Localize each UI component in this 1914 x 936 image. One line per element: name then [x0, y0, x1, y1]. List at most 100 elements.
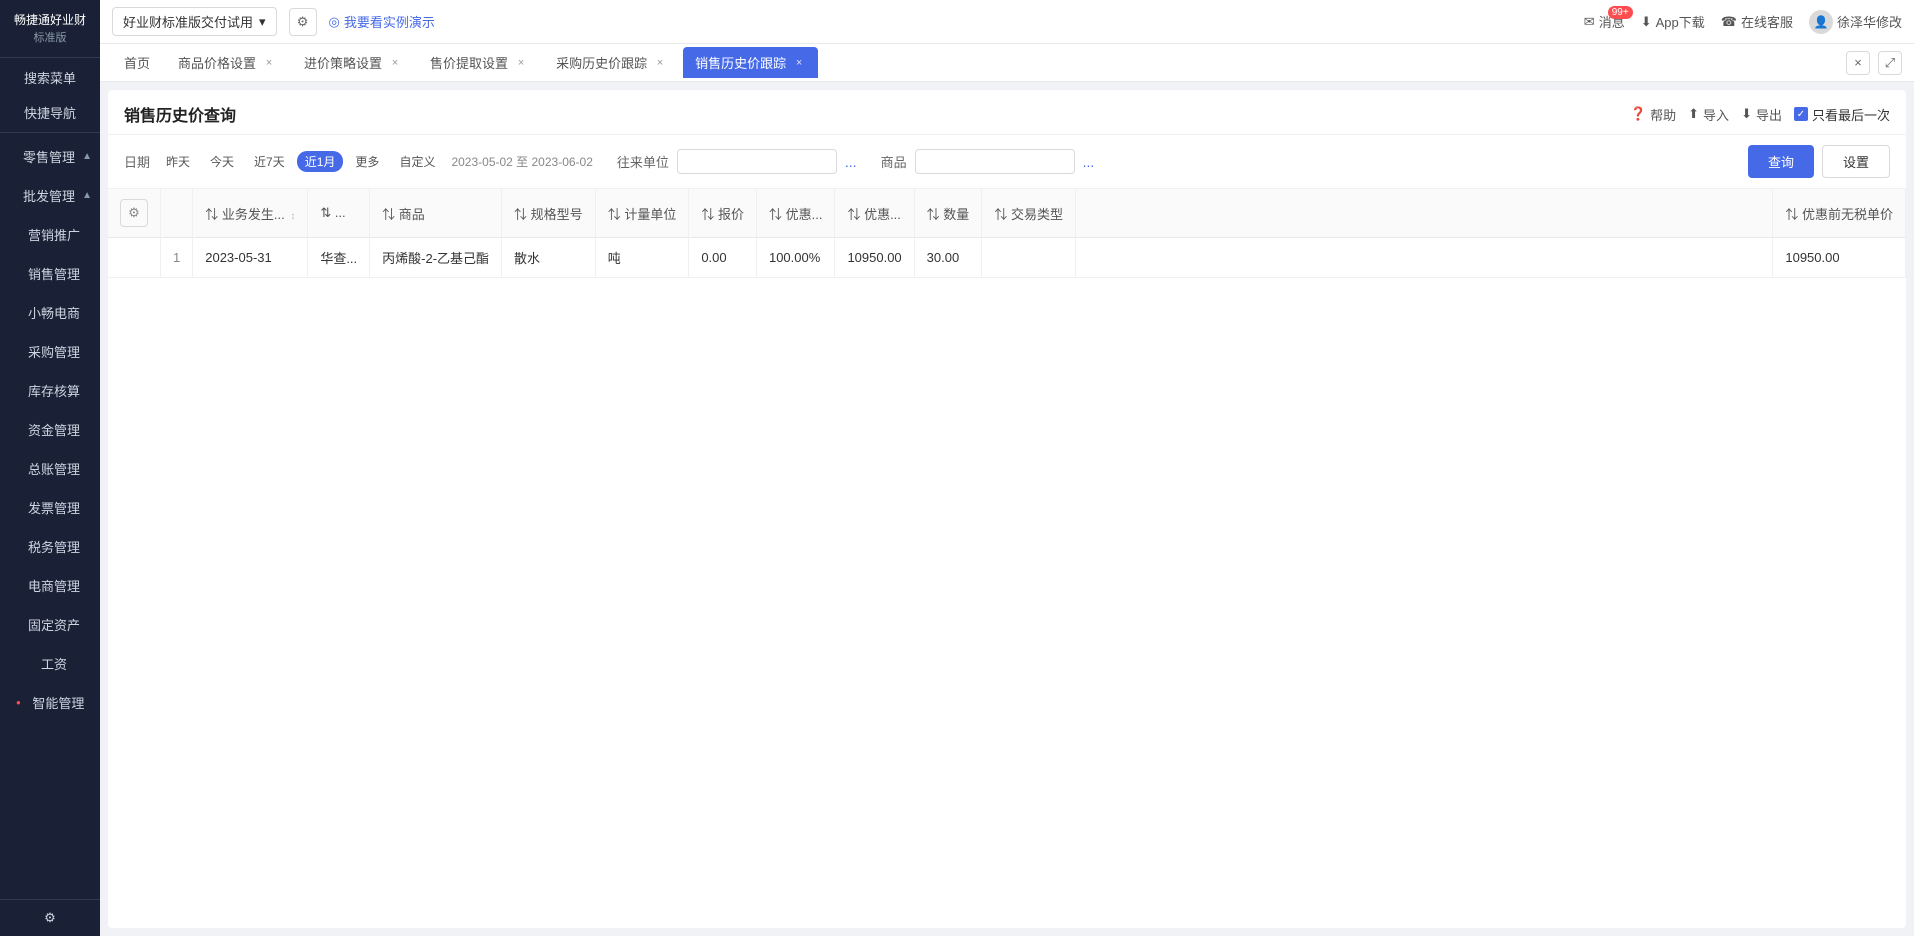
download-icon: ⬇ [1641, 14, 1652, 30]
tab-price-setting[interactable]: 商品价格设置 × [166, 47, 288, 78]
table-gear-icon[interactable]: ⚙ [120, 199, 148, 227]
date-btn-7days[interactable]: 近7天 [246, 151, 293, 172]
goods-dots-btn[interactable]: ... [1083, 154, 1095, 170]
app-download-btn[interactable]: ⬇ App下载 [1641, 12, 1705, 31]
tab-purchase-strategy-close[interactable]: × [388, 56, 402, 70]
sidebar-item-xiaocha[interactable]: 小畅电商 [0, 293, 100, 332]
sidebar-item-general-ledger[interactable]: 总账管理 [0, 449, 100, 488]
demo-icon: ◎ [329, 14, 340, 30]
goods-input[interactable] [915, 149, 1075, 174]
filter-action-btns: 查询 设置 [1748, 145, 1890, 178]
page-header: 销售历史价查询 ❓ 帮助 ⬆ 导入 ⬇ 导出 只看最后一次 [108, 90, 1906, 135]
sort-icon-dots: ⇅ [320, 205, 331, 220]
avatar: 👤 [1809, 10, 1833, 34]
col-biz-date[interactable]: ⇅ 业务发生... ↕ [193, 189, 308, 238]
col-trans-type[interactable]: ⇅ 交易类型 [982, 189, 1076, 238]
help-btn[interactable]: ❓ 帮助 [1630, 105, 1676, 124]
sidebar-item-ecommerce[interactable]: 电商管理 [0, 566, 100, 605]
row-spec: 散水 [502, 238, 596, 278]
col-gear[interactable]: ⚙ [108, 189, 161, 238]
message-btn[interactable]: ✉ 消息 99+ [1584, 12, 1625, 31]
row-spacer [1075, 238, 1772, 278]
row-discount-val: 10950.00 [835, 238, 914, 278]
col-price[interactable]: ⇅ 报价 [689, 189, 757, 238]
settings-button[interactable]: 设置 [1822, 145, 1890, 178]
main-area: 好业财标准版交付试用 ▾ ⚙ ◎ 我要看实例演示 ✉ 消息 99+ ⬇ App下… [100, 0, 1914, 936]
sidebar-item-tax[interactable]: 税务管理 [0, 527, 100, 566]
date-btn-1month[interactable]: 近1月 [297, 151, 344, 172]
app-subtitle: 标准版 [34, 29, 67, 45]
date-btn-custom[interactable]: 自定义 [391, 151, 443, 172]
row-discount-pct: 100.00% [756, 238, 834, 278]
sidebar-item-sales-mgmt[interactable]: 销售管理 [0, 254, 100, 293]
goods-filter-group: 商品 ... [881, 149, 1095, 174]
sidebar-item-salary[interactable]: 工资 [0, 644, 100, 683]
col-dots[interactable]: ⇅ ... [308, 189, 370, 238]
sort-icon-tax-price: ⇅ [1785, 207, 1798, 222]
close-tab-btn[interactable]: × [1846, 51, 1870, 75]
date-btn-yesterday[interactable]: 昨天 [158, 151, 198, 172]
date-btn-more[interactable]: 更多 [347, 151, 387, 172]
sidebar-item-inventory[interactable]: 库存核算 [0, 371, 100, 410]
tab-price-setting-close[interactable]: × [262, 56, 276, 70]
app-selector-label: 好业财标准版交付试用 [123, 12, 253, 31]
sidebar-item-assets[interactable]: 固定资产 [0, 605, 100, 644]
row-qty: 30.00 [914, 238, 982, 278]
tab-purchase-strategy[interactable]: 进价策略设置 × [292, 47, 414, 78]
col-spec[interactable]: ⇅ 规格型号 [502, 189, 596, 238]
row-gear-cell [108, 238, 161, 278]
demo-btn[interactable]: ◎ 我要看实例演示 [329, 12, 435, 31]
sort-icon-trans-type: ⇅ [994, 207, 1007, 222]
tab-purchase-history[interactable]: 采购历史价跟踪 × [544, 47, 679, 78]
tab-home[interactable]: 首页 [112, 47, 162, 78]
col-unit[interactable]: ⇅ 计量单位 [595, 189, 689, 238]
sidebar-item-invoice[interactable]: 发票管理 [0, 488, 100, 527]
sidebar-item-wholesale[interactable]: 批发管理 ▲ [0, 176, 100, 215]
sidebar-item-marketing[interactable]: 营销推广 [0, 215, 100, 254]
col-tax-price[interactable]: ⇅ 优惠前无税单价 [1773, 189, 1906, 238]
partner-filter-group: 往来单位 ... [617, 149, 857, 174]
partner-input[interactable] [677, 149, 837, 174]
col-goods[interactable]: ⇅ 商品 [370, 189, 502, 238]
sidebar-item-purchase[interactable]: 采购管理 [0, 332, 100, 371]
date-btn-today[interactable]: 今天 [202, 151, 242, 172]
tab-purchase-history-close[interactable]: × [653, 56, 667, 70]
export-btn[interactable]: ⬇ 导出 [1741, 105, 1782, 124]
query-button[interactable]: 查询 [1748, 145, 1814, 178]
sidebar-quick-nav[interactable]: 快捷导航 [0, 97, 100, 128]
settings-icon: ⚙ [44, 910, 56, 925]
sidebar-item-smart[interactable]: 智能管理 [0, 683, 100, 722]
app-selector[interactable]: 好业财标准版交付试用 ▾ [112, 7, 277, 36]
expand-tab-btn[interactable]: ⤢ [1878, 51, 1902, 75]
sort-icon-unit: ⇅ [608, 207, 621, 222]
tab-price-extract[interactable]: 售价提取设置 × [418, 47, 540, 78]
only-last-checkbox[interactable]: 只看最后一次 [1794, 105, 1890, 124]
col-discount-pct[interactable]: ⇅ 优惠... [756, 189, 834, 238]
table-row: 1 2023-05-31 华查... 丙烯酸-2-乙基己酯 散水 吨 0.00 … [108, 238, 1906, 278]
row-biz-date: 2023-05-31 [193, 238, 308, 278]
tab-price-extract-close[interactable]: × [514, 56, 528, 70]
online-service-btn[interactable]: ☎ 在线客服 [1721, 12, 1793, 31]
tab-sales-history[interactable]: 销售历史价跟踪 × [683, 47, 818, 78]
col-discount-val[interactable]: ⇅ 优惠... [835, 189, 914, 238]
filter-bar: 日期 昨天 今天 近7天 近1月 更多 自定义 2023-05-02 至 202… [108, 135, 1906, 189]
sidebar-item-finance[interactable]: 资金管理 [0, 410, 100, 449]
sidebar-settings-btn[interactable]: ⚙ [0, 899, 100, 936]
user-profile-btn[interactable]: 👤 徐泽华修改 [1809, 10, 1902, 34]
tab-sales-history-close[interactable]: × [792, 56, 806, 70]
row-goods: 丙烯酸-2-乙基己酯 [370, 238, 502, 278]
sidebar-item-retail[interactable]: 零售管理 ▲ [0, 137, 100, 176]
sidebar-search[interactable]: 搜索菜单 [0, 58, 100, 97]
col-num [161, 189, 193, 238]
row-dots: 华查... [308, 238, 370, 278]
import-btn[interactable]: ⬆ 导入 [1688, 105, 1729, 124]
tab-sales-history-label: 销售历史价跟踪 [695, 53, 786, 72]
app-settings-btn[interactable]: ⚙ [289, 8, 317, 36]
row-price: 0.00 [689, 238, 757, 278]
col-qty[interactable]: ⇅ 数量 [914, 189, 982, 238]
import-icon: ⬆ [1688, 106, 1699, 122]
tab-purchase-strategy-label: 进价策略设置 [304, 53, 382, 72]
partner-dots-btn[interactable]: ... [845, 154, 857, 170]
sidebar: 畅捷通好业财 标准版 搜索菜单 快捷导航 零售管理 ▲ 批发管理 ▲ 营销推广 … [0, 0, 100, 936]
help-icon: ❓ [1630, 106, 1646, 122]
